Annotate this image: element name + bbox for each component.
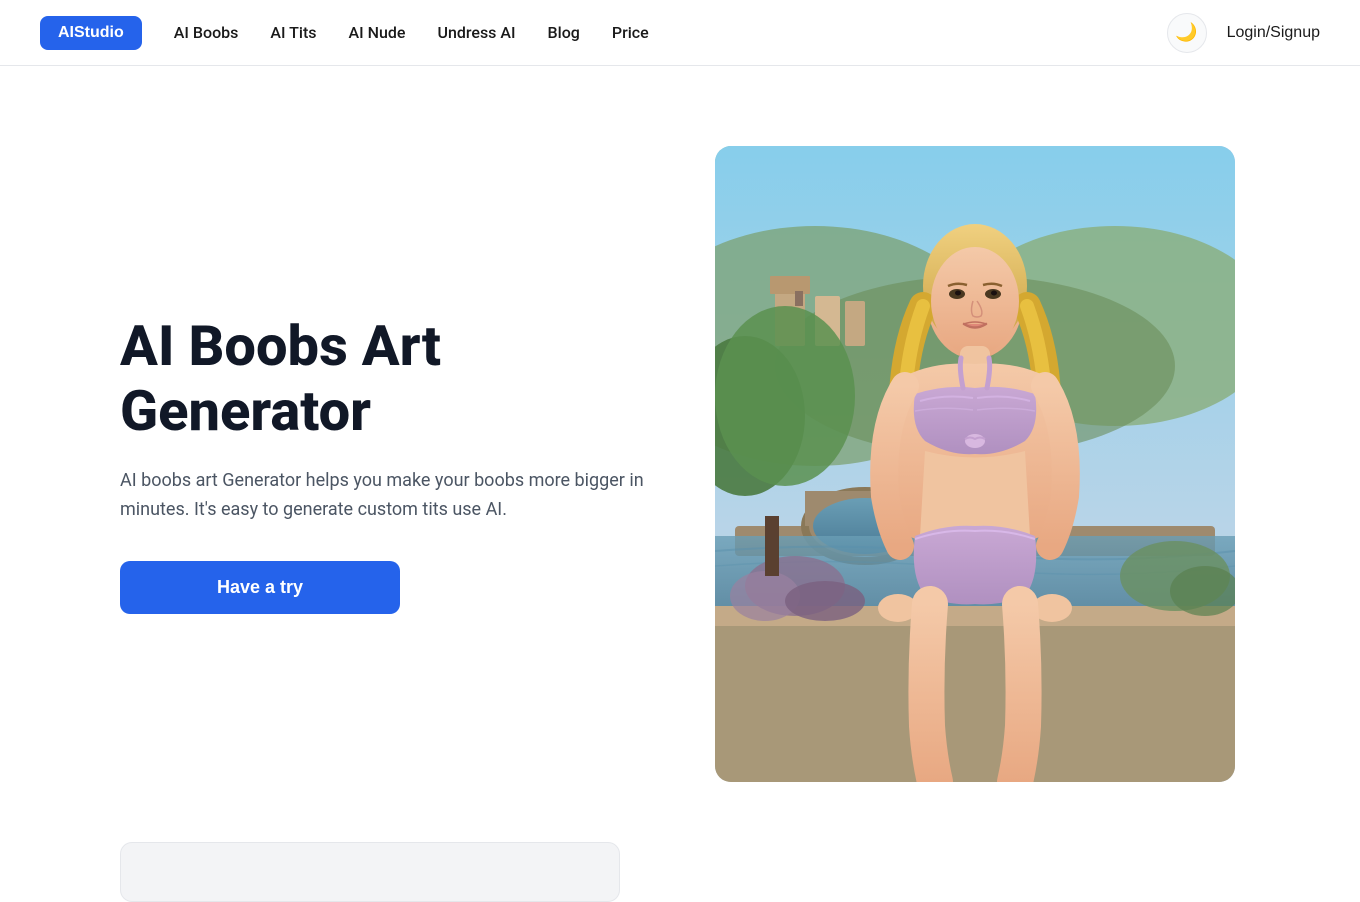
- nav-link-ai-tits[interactable]: AI Tits: [270, 23, 316, 42]
- bottom-bar: [0, 842, 1360, 902]
- nav-link-price[interactable]: Price: [612, 23, 649, 42]
- hero-image: [715, 146, 1235, 782]
- nav-link-blog[interactable]: Blog: [548, 23, 580, 42]
- theme-toggle-button[interactable]: 🌙: [1167, 13, 1207, 53]
- nav-link-ai-boobs[interactable]: AI Boobs: [174, 23, 239, 42]
- login-signup-button[interactable]: Login/Signup: [1227, 24, 1320, 42]
- nav-left: AIStudio AI Boobs AI Tits AI Nude Undres…: [40, 16, 649, 50]
- hero-title: AI Boobs Art Generator: [120, 314, 650, 443]
- bottom-card: [120, 842, 620, 902]
- hero-section: AI Boobs Art Generator AI boobs art Gene…: [0, 66, 1360, 842]
- main-header: AIStudio AI Boobs AI Tits AI Nude Undres…: [0, 0, 1360, 66]
- nav-link-ai-nude[interactable]: AI Nude: [349, 23, 406, 42]
- have-a-try-button[interactable]: Have a try: [120, 561, 400, 614]
- logo-button[interactable]: AIStudio: [40, 16, 142, 50]
- nav-right: 🌙 Login/Signup: [1167, 13, 1320, 53]
- hero-illustration: [715, 146, 1235, 782]
- hero-left-content: AI Boobs Art Generator AI boobs art Gene…: [120, 314, 650, 613]
- hero-description: AI boobs art Generator helps you make yo…: [120, 467, 650, 525]
- hero-right-image: [710, 146, 1240, 782]
- nav-link-undress-ai[interactable]: Undress AI: [437, 23, 515, 42]
